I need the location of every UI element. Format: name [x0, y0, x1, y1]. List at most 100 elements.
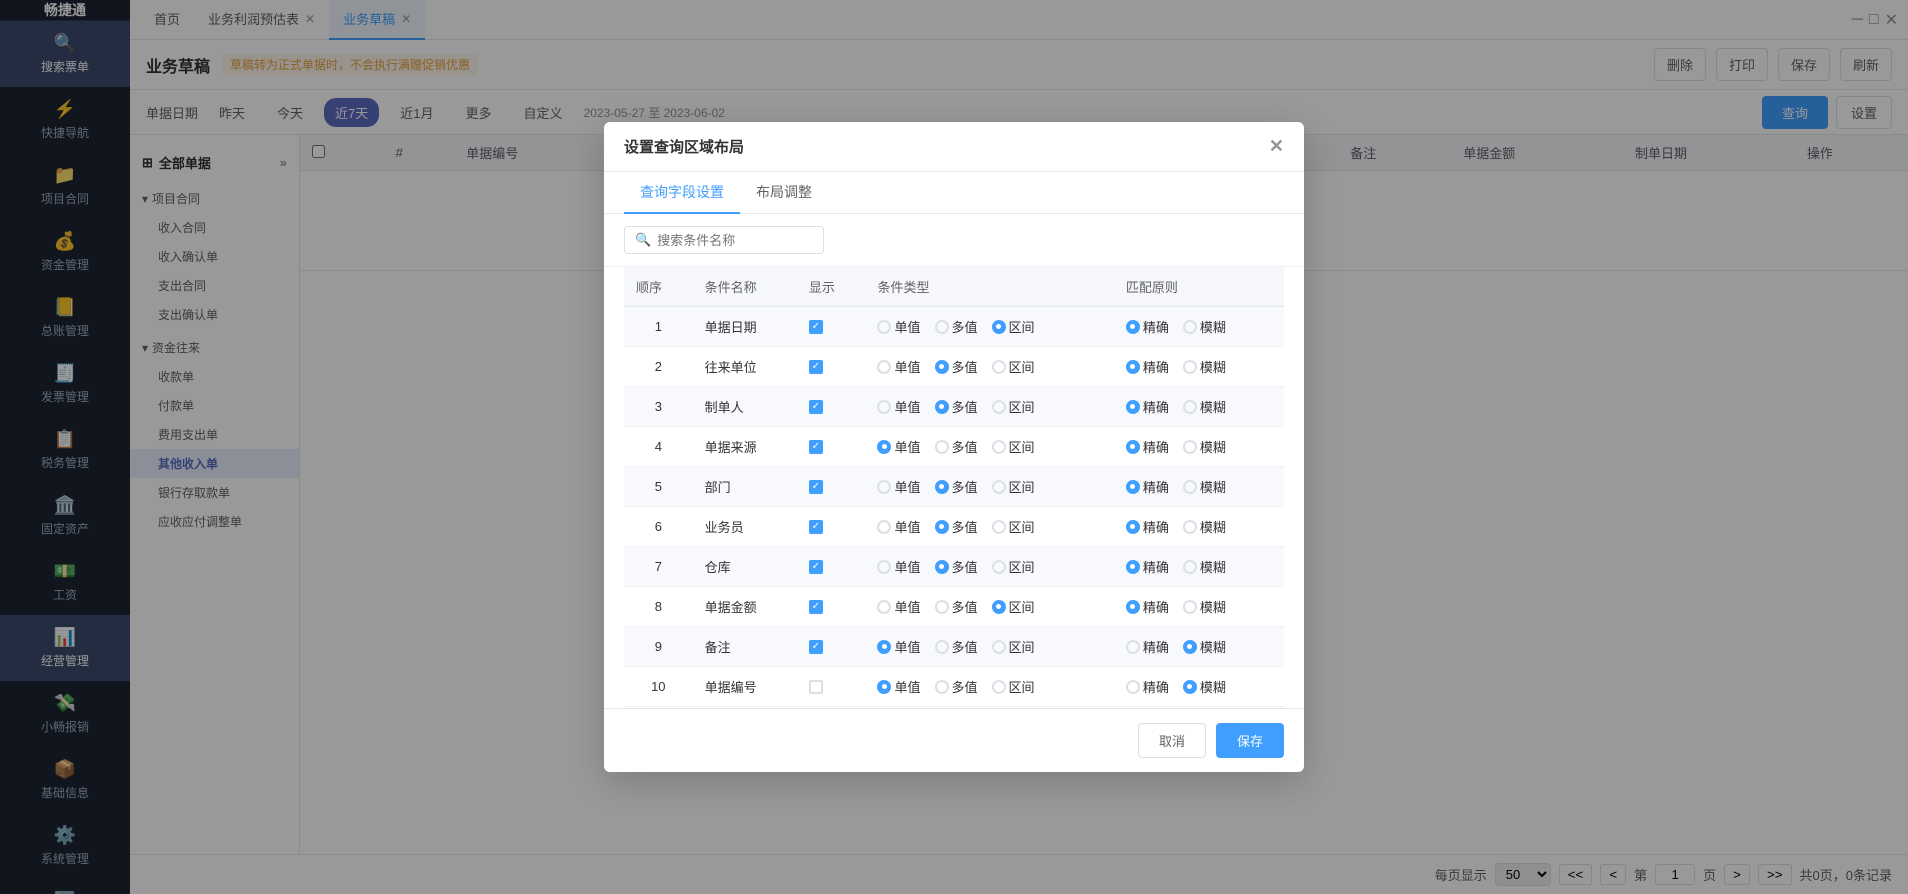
show-checkbox[interactable]: [809, 640, 823, 654]
radio-exact-circle[interactable]: [1126, 640, 1140, 654]
radio-range[interactable]: 区间: [992, 597, 1035, 616]
show-checkbox[interactable]: [809, 480, 823, 494]
row-show[interactable]: [797, 667, 866, 707]
radio-multi-circle[interactable]: [935, 640, 949, 654]
radio-range-circle[interactable]: [992, 360, 1006, 374]
radio-single[interactable]: 单值: [877, 677, 920, 696]
radio-multi-circle[interactable]: [935, 560, 949, 574]
radio-exact-circle[interactable]: [1126, 400, 1140, 414]
radio-exact-circle[interactable]: [1126, 680, 1140, 694]
radio-multi[interactable]: 多值: [935, 357, 978, 376]
radio-exact-circle[interactable]: [1126, 480, 1140, 494]
radio-single[interactable]: 单值: [877, 397, 920, 416]
radio-exact[interactable]: 精确: [1126, 397, 1169, 416]
row-show[interactable]: [797, 427, 866, 467]
show-checkbox[interactable]: [809, 400, 823, 414]
show-checkbox[interactable]: [809, 320, 823, 334]
row-match[interactable]: 精确 模糊: [1114, 347, 1284, 387]
radio-fuzzy[interactable]: 模糊: [1183, 557, 1226, 576]
row-type[interactable]: 单值 多值 区间: [865, 387, 1113, 427]
radio-multi-circle[interactable]: [935, 400, 949, 414]
show-checkbox[interactable]: [809, 680, 823, 694]
row-match[interactable]: 精确 模糊: [1114, 307, 1284, 347]
radio-single-circle[interactable]: [877, 480, 891, 494]
row-match[interactable]: 精确 模糊: [1114, 667, 1284, 707]
radio-single-circle[interactable]: [877, 440, 891, 454]
radio-single[interactable]: 单值: [877, 557, 920, 576]
radio-fuzzy[interactable]: 模糊: [1183, 357, 1226, 376]
radio-multi[interactable]: 多值: [935, 477, 978, 496]
cancel-button[interactable]: 取消: [1138, 723, 1206, 758]
row-type[interactable]: 单值 多值 区间: [865, 627, 1113, 667]
radio-single-circle[interactable]: [877, 360, 891, 374]
row-show[interactable]: [797, 387, 866, 427]
radio-range-circle[interactable]: [992, 560, 1006, 574]
dialog-save-button[interactable]: 保存: [1216, 723, 1284, 758]
radio-single[interactable]: 单值: [877, 317, 920, 336]
row-type[interactable]: 单值 多值 区间: [865, 467, 1113, 507]
radio-multi-circle[interactable]: [935, 360, 949, 374]
row-match[interactable]: 精确 模糊: [1114, 547, 1284, 587]
row-type[interactable]: 单值 多值 区间: [865, 307, 1113, 347]
radio-fuzzy-circle[interactable]: [1183, 600, 1197, 614]
radio-single-circle[interactable]: [877, 600, 891, 614]
radio-multi-circle[interactable]: [935, 600, 949, 614]
radio-range[interactable]: 区间: [992, 637, 1035, 656]
row-type[interactable]: 单值 多值 区间: [865, 427, 1113, 467]
row-type[interactable]: 单值 多值 区间: [865, 347, 1113, 387]
radio-exact-circle[interactable]: [1126, 320, 1140, 334]
radio-range[interactable]: 区间: [992, 397, 1035, 416]
radio-exact[interactable]: 精确: [1126, 677, 1169, 696]
radio-fuzzy-circle[interactable]: [1183, 400, 1197, 414]
radio-single-circle[interactable]: [877, 560, 891, 574]
radio-single-circle[interactable]: [877, 640, 891, 654]
tab-layout-adjust[interactable]: 布局调整: [740, 172, 828, 214]
radio-fuzzy[interactable]: 模糊: [1183, 597, 1226, 616]
radio-single[interactable]: 单值: [877, 517, 920, 536]
radio-single[interactable]: 单值: [877, 637, 920, 656]
show-checkbox[interactable]: [809, 600, 823, 614]
radio-fuzzy[interactable]: 模糊: [1183, 437, 1226, 456]
radio-fuzzy[interactable]: 模糊: [1183, 477, 1226, 496]
radio-exact[interactable]: 精确: [1126, 437, 1169, 456]
radio-multi[interactable]: 多值: [935, 597, 978, 616]
row-type[interactable]: 单值 多值 区间: [865, 667, 1113, 707]
radio-single[interactable]: 单值: [877, 437, 920, 456]
radio-multi-circle[interactable]: [935, 480, 949, 494]
radio-exact-circle[interactable]: [1126, 600, 1140, 614]
radio-fuzzy[interactable]: 模糊: [1183, 637, 1226, 656]
show-checkbox[interactable]: [809, 520, 823, 534]
radio-exact-circle[interactable]: [1126, 520, 1140, 534]
radio-range-circle[interactable]: [992, 400, 1006, 414]
radio-single[interactable]: 单值: [877, 357, 920, 376]
radio-single-circle[interactable]: [877, 680, 891, 694]
radio-single[interactable]: 单值: [877, 597, 920, 616]
dialog-close-btn[interactable]: ✕: [1269, 136, 1284, 157]
show-checkbox[interactable]: [809, 560, 823, 574]
radio-single[interactable]: 单值: [877, 477, 920, 496]
radio-exact[interactable]: 精确: [1126, 517, 1169, 536]
radio-multi[interactable]: 多值: [935, 517, 978, 536]
radio-fuzzy-circle[interactable]: [1183, 640, 1197, 654]
radio-exact[interactable]: 精确: [1126, 597, 1169, 616]
radio-fuzzy-circle[interactable]: [1183, 360, 1197, 374]
radio-exact-circle[interactable]: [1126, 360, 1140, 374]
row-match[interactable]: 精确 模糊: [1114, 587, 1284, 627]
radio-range-circle[interactable]: [992, 320, 1006, 334]
row-show[interactable]: [797, 587, 866, 627]
row-match[interactable]: 精确 模糊: [1114, 627, 1284, 667]
row-show[interactable]: [797, 467, 866, 507]
radio-exact-circle[interactable]: [1126, 440, 1140, 454]
radio-multi[interactable]: 多值: [935, 437, 978, 456]
radio-exact[interactable]: 精确: [1126, 637, 1169, 656]
radio-fuzzy-circle[interactable]: [1183, 480, 1197, 494]
show-checkbox[interactable]: [809, 360, 823, 374]
radio-multi-circle[interactable]: [935, 680, 949, 694]
radio-fuzzy[interactable]: 模糊: [1183, 677, 1226, 696]
radio-multi[interactable]: 多值: [935, 397, 978, 416]
radio-exact[interactable]: 精确: [1126, 477, 1169, 496]
search-input[interactable]: [657, 233, 817, 248]
radio-fuzzy[interactable]: 模糊: [1183, 517, 1226, 536]
radio-multi-circle[interactable]: [935, 320, 949, 334]
radio-fuzzy-circle[interactable]: [1183, 440, 1197, 454]
